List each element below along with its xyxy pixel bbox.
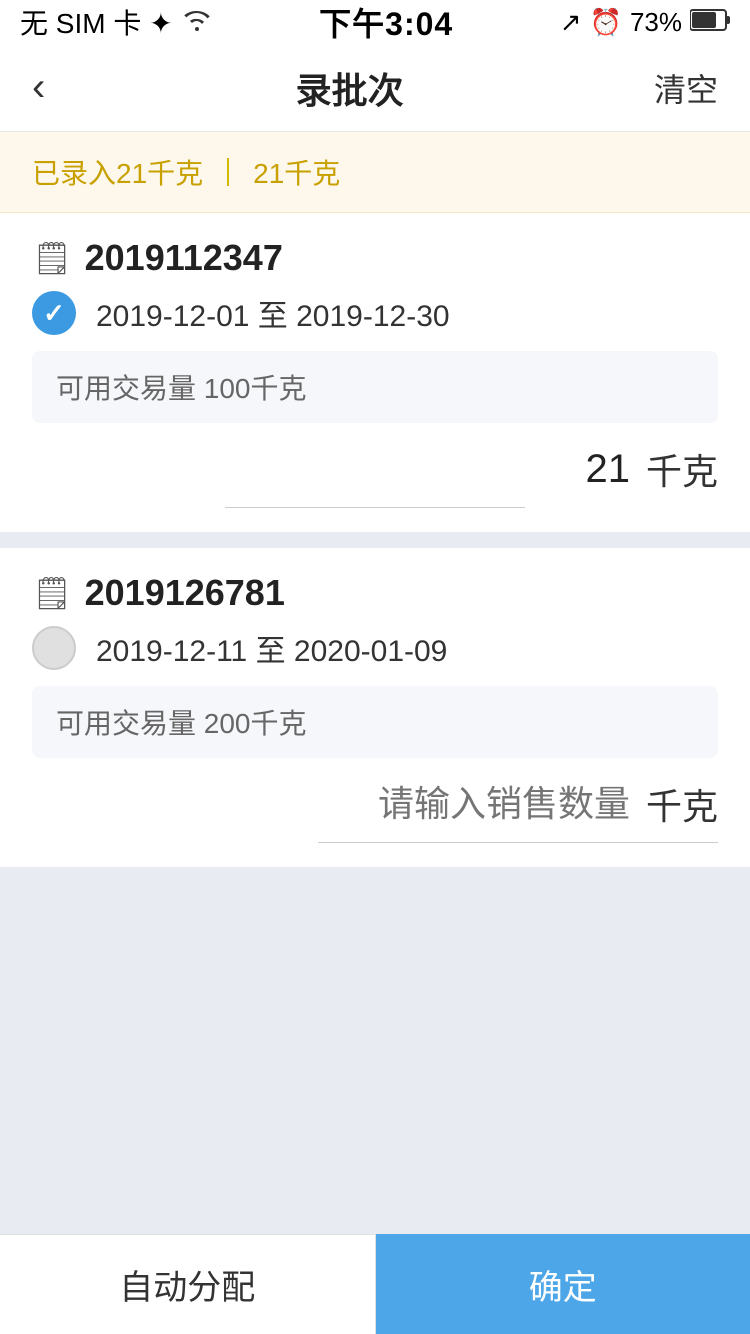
status-bar: 无 SIM 卡 ✦ 下午3:04 ↗ ⏰ 73% bbox=[0, 0, 750, 44]
battery-icon bbox=[690, 7, 730, 38]
nav-bar: ‹ 录批次 清空 bbox=[0, 44, 750, 132]
batch1-qty-section: 21 千克 bbox=[0, 423, 750, 532]
confirm-button[interactable]: 确定 bbox=[376, 1234, 750, 1334]
batch1-header: 🗒 2019112347 bbox=[32, 237, 718, 279]
wifi-icon bbox=[181, 6, 213, 38]
batch2-icon: 🗒 bbox=[32, 574, 73, 612]
batch1-radio[interactable]: ✓ bbox=[32, 291, 76, 335]
empty-area bbox=[0, 867, 750, 1247]
batch1-qty-row: 21 千克 bbox=[0, 423, 750, 495]
batch2-available: 可用交易量 200千克 bbox=[32, 686, 718, 758]
info-banner: 已录入21千克 21千克 bbox=[0, 132, 750, 213]
status-right: ↗ ⏰ 73% bbox=[560, 7, 730, 38]
batch2-input-divider bbox=[318, 842, 718, 843]
section-separator bbox=[0, 532, 750, 548]
status-left: 无 SIM 卡 ✦ bbox=[20, 2, 213, 42]
location-icon: ↗ bbox=[560, 7, 582, 38]
batch1-row[interactable]: ✓ 2019-12-01 至 2019-12-30 bbox=[32, 291, 718, 351]
auto-distribute-button[interactable]: 自动分配 bbox=[0, 1234, 376, 1334]
back-button[interactable]: ‹ bbox=[32, 65, 45, 110]
batch2-qty-input[interactable] bbox=[32, 783, 630, 825]
batch1-qty-unit: 千克 bbox=[646, 443, 718, 495]
battery-label: 73% bbox=[630, 7, 682, 38]
batch-item-2: 🗒 2019126781 2019-12-11 至 2020-01-09 可用交… bbox=[0, 548, 750, 758]
batch1-icon: 🗒 bbox=[32, 239, 73, 277]
batch2-header: 🗒 2019126781 bbox=[32, 572, 718, 614]
batch2-input-section: 千克 bbox=[0, 758, 750, 867]
clear-button[interactable]: 清空 bbox=[654, 65, 718, 111]
checkmark-icon: ✓ bbox=[43, 298, 65, 329]
batch2-radio[interactable] bbox=[32, 626, 76, 670]
batch2-row[interactable]: 2019-12-11 至 2020-01-09 bbox=[32, 626, 718, 686]
batch1-available: 可用交易量 100千克 bbox=[32, 351, 718, 423]
batch1-divider bbox=[225, 507, 525, 508]
bottom-bar: 自动分配 确定 bbox=[0, 1234, 750, 1334]
batch1-date: 2019-12-01 至 2019-12-30 bbox=[96, 291, 450, 335]
alarm-icon: ⏰ bbox=[590, 7, 622, 38]
batch2-input-row: 千克 bbox=[0, 758, 750, 830]
sim-label: 无 SIM 卡 ✦ bbox=[20, 2, 173, 42]
batch1-qty-value: 21 bbox=[585, 447, 630, 492]
batch-item-1: 🗒 2019112347 ✓ 2019-12-01 至 2019-12-30 可… bbox=[0, 213, 750, 423]
page-title: 录批次 bbox=[296, 62, 404, 114]
info-divider bbox=[227, 158, 229, 186]
batch2-input-unit: 千克 bbox=[646, 778, 718, 830]
batch2-date: 2019-12-11 至 2020-01-09 bbox=[96, 626, 447, 670]
batch2-number: 2019126781 bbox=[85, 572, 285, 614]
batch1-number: 2019112347 bbox=[85, 237, 283, 279]
status-time: 下午3:04 bbox=[319, 0, 453, 45]
recorded-label: 已录入21千克 bbox=[32, 152, 203, 192]
recorded-value: 21千克 bbox=[253, 152, 340, 192]
